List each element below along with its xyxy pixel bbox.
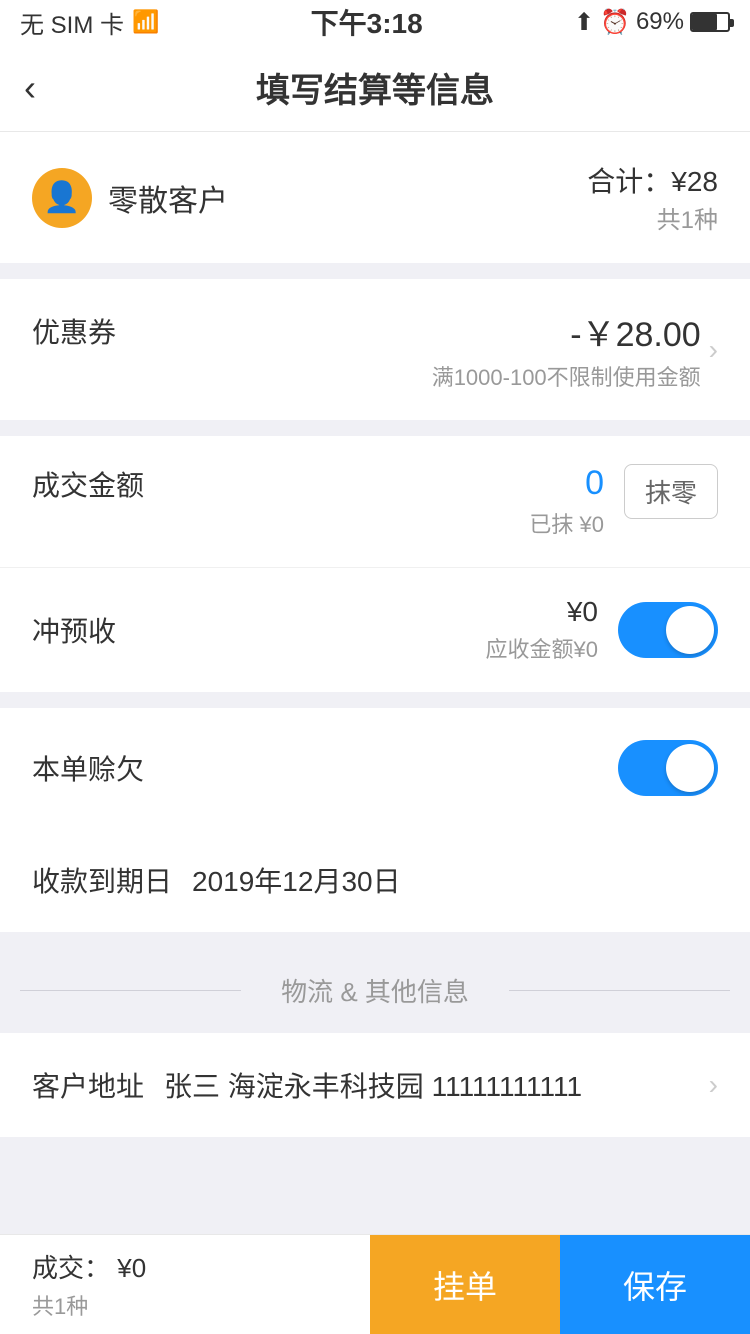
bottom-deal-row: 成交： ¥0 xyxy=(32,1248,370,1285)
customer-section: 👤 零散客户 合计：¥28 共1种 xyxy=(0,132,750,263)
deal-amount-values: 0 已抹 ¥0 xyxy=(529,464,604,539)
round-off-button[interactable]: 抹零 xyxy=(624,464,718,519)
bottom-bar: 成交： ¥0 共1种 挂单 保存 xyxy=(0,1234,750,1334)
status-right: ⬆ ⏰ 69% xyxy=(574,8,730,37)
deal-amount-right: 0 已抹 ¥0 抹零 xyxy=(529,464,718,539)
nav-bar: ‹ 填写结算等信息 xyxy=(0,44,750,132)
debt-toggle-knob xyxy=(666,744,714,792)
logistics-title: 物流 & 其他信息 xyxy=(261,972,489,1009)
prereceive-sub-amount: 应收金额¥0 xyxy=(486,632,598,664)
total-count: 共1种 xyxy=(587,200,718,235)
logistics-header: 物流 & 其他信息 xyxy=(0,948,750,1033)
coupon-right: -￥28.00 满1000-100不限制使用金额 › xyxy=(432,307,718,392)
toggle-knob xyxy=(666,606,714,654)
customer-total: 合计：¥28 共1种 xyxy=(587,160,718,235)
bottom-deal-amount: ¥0 xyxy=(117,1253,146,1283)
address-row[interactable]: 客户地址 张三 海淀永丰科技园 11111111111 › xyxy=(0,1033,750,1137)
avatar-icon: 👤 xyxy=(43,180,80,215)
deal-amount-label: 成交金额 xyxy=(32,464,144,504)
debt-toggle[interactable] xyxy=(618,740,718,796)
save-button[interactable]: 保存 xyxy=(560,1235,750,1334)
duedate-row: 收款到期日 2019年12月30日 xyxy=(0,828,750,932)
coupon-values: -￥28.00 满1000-100不限制使用金额 xyxy=(432,307,701,392)
prereceive-toggle[interactable] xyxy=(618,602,718,658)
address-label: 客户地址 xyxy=(32,1065,144,1105)
customer-name: 零散客户 xyxy=(108,176,228,220)
prereceive-right: ¥0 应收金额¥0 xyxy=(486,596,718,664)
customer-left: 👤 零散客户 xyxy=(32,168,228,228)
chevron-right-icon: › xyxy=(709,334,718,366)
hold-button[interactable]: 挂单 xyxy=(370,1235,560,1334)
location-icon: ⬆ xyxy=(574,8,594,37)
coupon-row[interactable]: 优惠券 -￥28.00 满1000-100不限制使用金额 › xyxy=(0,279,750,420)
prereceive-label: 冲预收 xyxy=(32,610,116,650)
coupon-description: 满1000-100不限制使用金额 xyxy=(432,360,701,392)
address-value: 张三 海淀永丰科技园 11111111111 xyxy=(164,1065,709,1105)
wifi-icon: 📶 xyxy=(132,9,159,35)
bottom-deal-label: 成交： xyxy=(32,1253,110,1283)
prereceive-main-amount: ¥0 xyxy=(486,596,598,628)
alarm-icon: ⏰ xyxy=(600,8,630,37)
logistics-divider-right xyxy=(509,990,730,991)
address-chevron-icon: › xyxy=(709,1069,718,1101)
duedate-label: 收款到期日 xyxy=(32,860,172,900)
logistics-divider-left xyxy=(20,990,241,991)
back-button[interactable]: ‹ xyxy=(24,67,36,109)
prereceive-row: 冲预收 ¥0 应收金额¥0 xyxy=(0,568,750,692)
page-title: 填写结算等信息 xyxy=(256,63,494,112)
deal-amount-row: 成交金额 0 已抹 ¥0 抹零 xyxy=(0,436,750,568)
duedate-value: 2019年12月30日 xyxy=(192,860,401,900)
debt-label: 本单赊欠 xyxy=(32,748,144,788)
deal-section: 成交金额 0 已抹 ¥0 抹零 冲预收 ¥0 应收金额¥0 xyxy=(0,436,750,692)
coupon-discount: -￥28.00 xyxy=(570,307,700,356)
coupon-section[interactable]: 优惠券 -￥28.00 满1000-100不限制使用金额 › xyxy=(0,279,750,420)
debt-row: 本单赊欠 xyxy=(0,708,750,828)
address-section[interactable]: 客户地址 张三 海淀永丰科技园 11111111111 › xyxy=(0,1033,750,1137)
customer-row: 👤 零散客户 合计：¥28 共1种 xyxy=(0,132,750,263)
status-left: 无 SIM 卡 📶 xyxy=(20,5,159,40)
debt-section: 本单赊欠 收款到期日 2019年12月30日 xyxy=(0,708,750,932)
total-amount: 合计：¥28 xyxy=(587,160,718,200)
bottom-count: 共1种 xyxy=(32,1289,370,1321)
status-time: 下午3:18 xyxy=(311,2,423,42)
avatar: 👤 xyxy=(32,168,92,228)
bottom-info: 成交： ¥0 共1种 xyxy=(0,1235,370,1334)
deal-amount-sub: 已抹 ¥0 xyxy=(529,507,604,539)
prereceive-amounts: ¥0 应收金额¥0 xyxy=(486,596,598,664)
deal-amount-value: 0 xyxy=(585,464,604,503)
coupon-label: 优惠券 xyxy=(32,307,132,351)
no-sim-text: 无 SIM 卡 xyxy=(20,5,124,40)
battery-percent: 69% xyxy=(636,8,684,36)
status-bar: 无 SIM 卡 📶 下午3:18 ⬆ ⏰ 69% xyxy=(0,0,750,44)
battery-icon xyxy=(690,12,730,32)
